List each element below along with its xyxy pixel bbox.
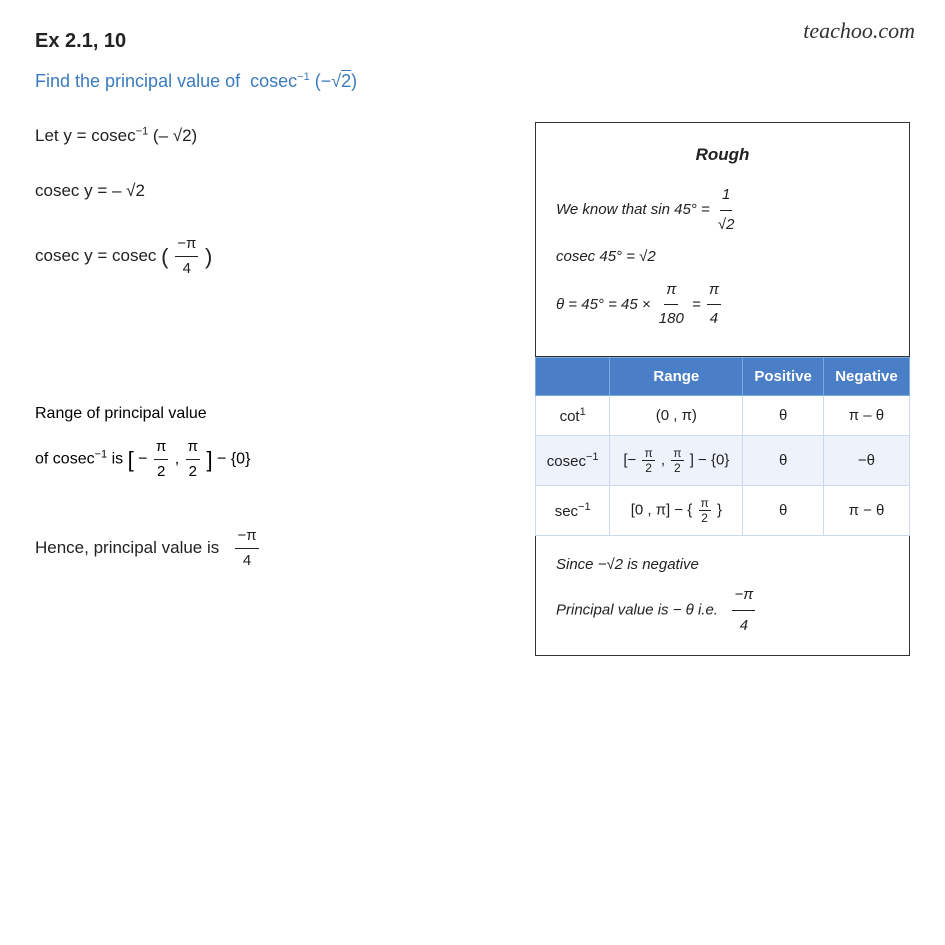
rough-line1: We know that sin 45° = 1 √2 <box>556 181 889 239</box>
neg-cosec: −θ <box>823 435 909 485</box>
rough-frac2: π 180 <box>657 276 686 334</box>
pos-cot: θ <box>743 395 824 435</box>
table-row: sec−1 [0 , π] − { π 2 } θ π − θ <box>536 485 910 535</box>
range-frac2: π 2 <box>186 435 200 484</box>
range-cosec: [− π 2 , π 2 ] − {0} <box>610 435 743 485</box>
hence-line: Hence, principal value is −π 4 <box>35 524 515 573</box>
trig-table: Range Positive Negative cot1 (0 , π) θ π… <box>535 357 910 536</box>
func-cot: cot1 <box>536 395 610 435</box>
since-box: Since −√2 is negative Principal value is… <box>535 536 910 656</box>
rough-frac3: π 4 <box>707 276 721 334</box>
range-section: Range of principal value of cosec−1 is [… <box>35 401 515 484</box>
step3: cosec y = cosec ( −π 4 ) <box>35 232 515 281</box>
range-sec: [0 , π] − { π 2 } <box>610 485 743 535</box>
rough-frac1: 1 √2 <box>716 181 737 239</box>
pos-sec: θ <box>743 485 824 535</box>
range-label2: of cosec−1 is [ − π 2 , π 2 ] − {0} <box>35 435 515 484</box>
table-row: cot1 (0 , π) θ π – θ <box>536 395 910 435</box>
col-header-negative: Negative <box>823 357 909 395</box>
range-sec-frac: π 2 <box>699 496 711 525</box>
step3-frac: −π 4 <box>175 232 198 281</box>
neg-sec: π − θ <box>823 485 909 535</box>
right-side: Rough We know that sin 45° = 1 √2 cosec … <box>535 122 910 656</box>
since-frac: −π 4 <box>732 580 755 641</box>
question: Find the principal value of cosec−1 (−√2… <box>35 71 910 92</box>
rough-line2: cosec 45° = √2 <box>556 243 889 272</box>
rough-title: Rough <box>556 139 889 171</box>
range-frac1: π 2 <box>154 435 168 484</box>
since-line1: Since −√2 is negative <box>556 550 889 580</box>
col-header-positive: Positive <box>743 357 824 395</box>
left-side: Let y = cosec−1 (– √2) cosec y = – √2 co… <box>35 122 535 601</box>
step2: cosec y = – √2 <box>35 177 515 204</box>
col-header-empty <box>536 357 610 395</box>
brand-logo: teachoo.com <box>803 18 915 44</box>
rough-line3: θ = 45° = 45 × π 180 = π 4 <box>556 276 889 334</box>
ex-title: Ex 2.1, 10 <box>35 30 910 53</box>
main-content: Let y = cosec−1 (– √2) cosec y = – √2 co… <box>35 122 910 656</box>
table-row: cosec−1 [− π 2 , π 2 <box>536 435 910 485</box>
range-label1: Range of principal value <box>35 401 515 427</box>
col-header-range: Range <box>610 357 743 395</box>
range-cot: (0 , π) <box>610 395 743 435</box>
page: teachoo.com Ex 2.1, 10 Find the principa… <box>0 0 945 945</box>
hence-frac: −π 4 <box>235 524 258 573</box>
step1: Let y = cosec−1 (– √2) <box>35 122 515 149</box>
range-cosec-frac1: π 2 <box>642 446 654 475</box>
since-line2: Principal value is − θ i.e. −π 4 <box>556 580 889 641</box>
func-sec: sec−1 <box>536 485 610 535</box>
neg-cot: π – θ <box>823 395 909 435</box>
rough-box: Rough We know that sin 45° = 1 √2 cosec … <box>535 122 910 357</box>
pos-cosec: θ <box>743 435 824 485</box>
func-cosec: cosec−1 <box>536 435 610 485</box>
range-cosec-frac2: π 2 <box>671 446 683 475</box>
